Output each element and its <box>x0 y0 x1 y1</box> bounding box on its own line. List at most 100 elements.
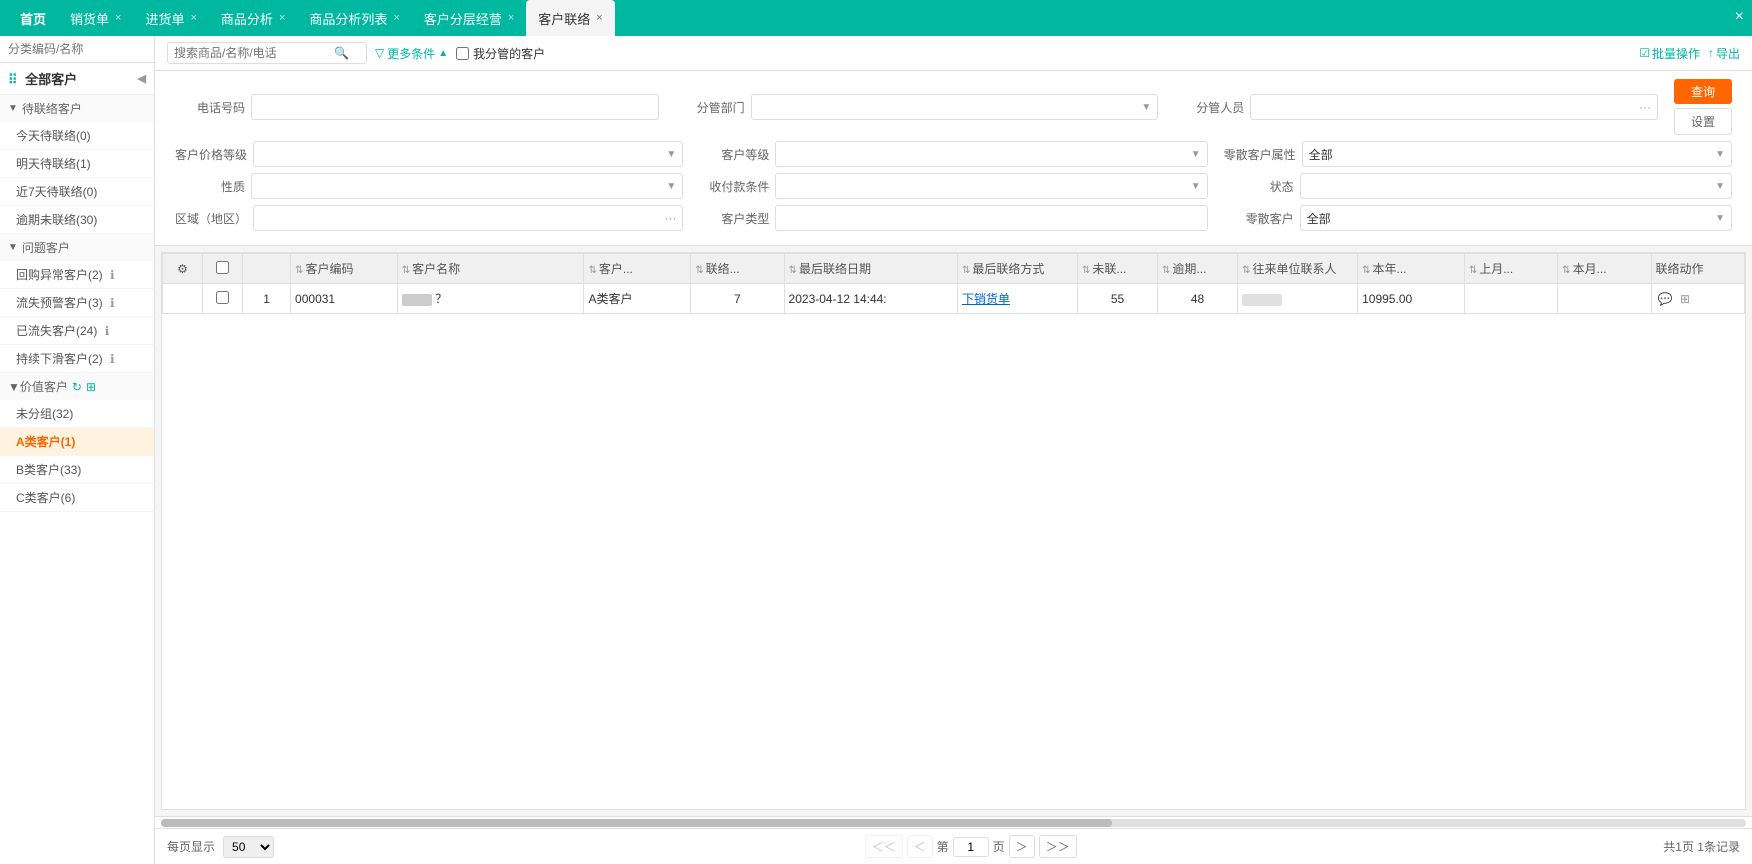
nav-product-analysis[interactable]: 商品分析 × <box>209 0 297 36</box>
prev-page-button[interactable]: ＜ <box>907 835 933 858</box>
col-header-last-month[interactable]: ⇅上月... <box>1464 254 1557 284</box>
table-header-row: ⚙ ⇅客户编码 ⇅客户名称 ⇅客户... ⇅联络... ⇅最后联络日期 ⇅最后联… <box>163 254 1745 284</box>
nav-home[interactable]: 首页 <box>8 0 58 36</box>
scroll-track <box>161 819 1746 827</box>
sidebar-declining[interactable]: 持续下滑客户(2) ℹ <box>0 345 154 373</box>
more-filters-button[interactable]: ▽ 更多条件 ▲ <box>375 45 448 62</box>
col-header-level[interactable]: ⇅客户... <box>584 254 691 284</box>
next-page-button[interactable]: ＞ <box>1009 835 1035 858</box>
nav-customer-segment[interactable]: 客户分层经营 × <box>412 0 526 36</box>
row-name[interactable]: Ea ？ <box>397 284 584 314</box>
row-last-month <box>1464 284 1557 314</box>
dept-dropdown[interactable]: ▼ <box>751 94 1159 120</box>
retail-dropdown[interactable]: 全部▼ <box>1300 205 1732 231</box>
close-customer-segment-icon[interactable]: × <box>508 12 514 24</box>
row-last-date: 2023-04-12 14:44: <box>784 284 957 314</box>
col-header-overdue[interactable]: ⇅逾期... <box>1158 254 1238 284</box>
nav-purchase[interactable]: 进货单 × <box>133 0 208 36</box>
add-group-icon[interactable]: ⊞ <box>86 380 96 394</box>
sidebar-search-input[interactable] <box>8 42 155 56</box>
sidebar-unclassified[interactable]: 未分组(32) <box>0 400 154 428</box>
sidebar-today-pending[interactable]: 今天待联络(0) <box>0 122 154 150</box>
content-area: 🔍 ▽ 更多条件 ▲ 我分管的客户 ☑ 批量操作 ↑ 导出 <box>155 36 1752 864</box>
sidebar-churn-warning[interactable]: 流失预警客户(3) ℹ <box>0 289 154 317</box>
filter-arrow-icon: ▲ <box>438 48 448 59</box>
sidebar-class-a[interactable]: A类客户(1) <box>0 428 154 456</box>
col-header-last-method[interactable]: ⇅最后联络方式 <box>957 254 1077 284</box>
close-product-analysis-icon[interactable]: × <box>279 12 285 24</box>
price-level-dropdown[interactable]: ▼ <box>253 141 683 167</box>
col-header-name[interactable]: ⇅客户名称 <box>397 254 584 284</box>
sidebar-churned[interactable]: 已流失客户(24) ℹ <box>0 317 154 345</box>
nav-product-list[interactable]: 商品分析列表 × <box>297 0 411 36</box>
sidebar-overdue-pending[interactable]: 逾期未联络(30) <box>0 206 154 234</box>
col-header-code[interactable]: ⇅客户编码 <box>291 254 398 284</box>
query-button[interactable]: 查询 <box>1674 79 1732 104</box>
col-header-this-year[interactable]: ⇅本年... <box>1358 254 1465 284</box>
my-customer-checkbox[interactable] <box>456 47 469 60</box>
row-checkbox[interactable] <box>216 291 229 304</box>
data-table-container: ⚙ ⇅客户编码 ⇅客户名称 ⇅客户... ⇅联络... ⇅最后联络日期 ⇅最后联… <box>161 252 1746 810</box>
scroll-thumb[interactable] <box>161 819 1112 827</box>
batch-operation-button[interactable]: ☑ 批量操作 <box>1639 45 1700 62</box>
col-header-check[interactable] <box>203 254 243 284</box>
close-customer-contact-icon[interactable]: × <box>596 12 602 24</box>
nav-sales[interactable]: 销货单 × <box>58 0 133 36</box>
sidebar-7day-pending[interactable]: 近7天待联络(0) <box>0 178 154 206</box>
qrcode-icon[interactable]: ⊞ <box>1680 292 1690 306</box>
col-header-no-contact[interactable]: ⇅未联... <box>1078 254 1158 284</box>
toolbar-right: ☑ 批量操作 ↑ 导出 <box>1639 45 1740 62</box>
select-all-checkbox[interactable] <box>216 261 229 274</box>
pagination: 每页显示 50 100 200 ＜＜ ＜ 第 页 ＞ ＞＞ 共1页 1条记录 <box>155 828 1752 864</box>
col-header-last-date[interactable]: ⇅最后联络日期 <box>784 254 957 284</box>
close-purchase-icon[interactable]: × <box>190 12 196 24</box>
collapse-sidebar-icon[interactable]: ◀ <box>138 72 146 85</box>
close-sales-icon[interactable]: × <box>115 12 121 24</box>
export-button[interactable]: ↑ 导出 <box>1708 45 1740 62</box>
sidebar-tomorrow-pending[interactable]: 明天待联络(1) <box>0 150 154 178</box>
chat-icon[interactable]: 💬 <box>1658 292 1673 306</box>
value-customers-group[interactable]: ▼ 价值客户 ↻ ⊞ <box>0 373 154 400</box>
pending-contact-group[interactable]: ▼ 待联络客户 <box>0 95 154 122</box>
toolbar-search-input[interactable] <box>174 46 334 60</box>
sidebar-class-c[interactable]: C类客户(6) <box>0 484 154 512</box>
first-page-button[interactable]: ＜＜ <box>865 835 903 858</box>
region-input[interactable]: ··· <box>253 205 683 231</box>
close-window-icon[interactable]: × <box>1735 8 1744 26</box>
settings-button[interactable]: 设置 <box>1674 108 1732 135</box>
filter-price-level: 客户价格等级 ▼ <box>167 141 691 167</box>
last-page-button[interactable]: ＞＞ <box>1039 835 1077 858</box>
refresh-icon[interactable]: ↻ <box>72 380 82 394</box>
retail-attr-dropdown[interactable]: 全部▼ <box>1302 141 1732 167</box>
filter-row-1: 电话号码 分管部门 ▼ 分管人员 ··· 查询 设置 <box>167 79 1740 135</box>
sidebar-repurchase-abnormal[interactable]: 回购异常客户(2) ℹ <box>0 261 154 289</box>
customer-type-input[interactable] <box>775 205 1207 231</box>
phone-input[interactable] <box>251 94 659 120</box>
nature-dropdown[interactable]: ▼ <box>251 173 683 199</box>
person-dropdown[interactable]: ··· <box>1250 94 1658 120</box>
problem-customers-group[interactable]: ▼ 问题客户 <box>0 234 154 261</box>
page-number-input[interactable] <box>953 837 989 857</box>
toolbar-search-icon[interactable]: 🔍 <box>334 46 349 60</box>
filter-phone: 电话号码 <box>167 94 667 120</box>
col-header-contact[interactable]: ⇅联络... <box>691 254 784 284</box>
sidebar-class-b[interactable]: B类客户(33) <box>0 456 154 484</box>
filter-nature: 性质 ▼ <box>167 173 691 199</box>
filter-row-2: 客户价格等级 ▼ 客户等级 ▼ 零散客户属性 全部▼ <box>167 141 1740 167</box>
row-last-method[interactable]: 下销货单 <box>957 284 1077 314</box>
sidebar-search-container: 🔍 <box>0 36 154 63</box>
col-header-gear[interactable]: ⚙ <box>163 254 203 284</box>
nav-customer-contact[interactable]: 客户联络 × <box>526 0 614 36</box>
customer-level-dropdown[interactable]: ▼ <box>775 141 1207 167</box>
col-header-this-month[interactable]: ⇅本月... <box>1558 254 1651 284</box>
row-code[interactable]: 000031 <box>291 284 398 314</box>
status-dropdown[interactable]: ▼ <box>1300 173 1732 199</box>
col-header-unit-contact[interactable]: ⇅往来单位联系人 <box>1238 254 1358 284</box>
payment-dropdown[interactable]: ▼ <box>775 173 1207 199</box>
page-size-select[interactable]: 50 100 200 <box>223 836 274 858</box>
close-product-list-icon[interactable]: × <box>393 12 399 24</box>
horizontal-scrollbar[interactable] <box>155 816 1752 828</box>
row-check[interactable] <box>203 284 243 314</box>
all-customers-header[interactable]: ⠿ 全部客户 ◀ <box>0 63 154 95</box>
filter-region: 区域（地区） ··· <box>167 205 691 231</box>
